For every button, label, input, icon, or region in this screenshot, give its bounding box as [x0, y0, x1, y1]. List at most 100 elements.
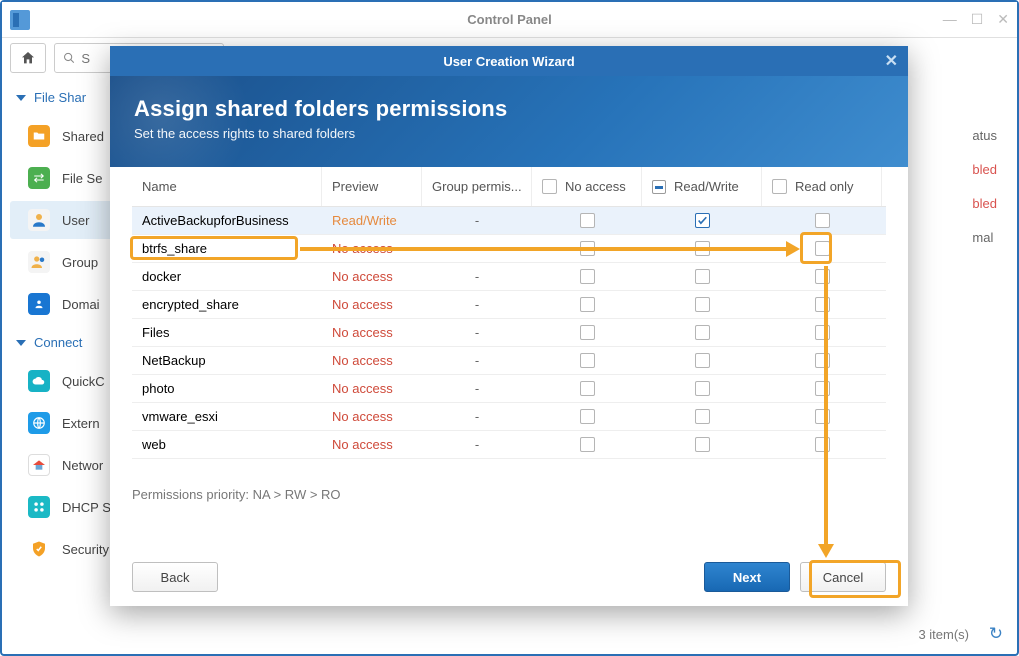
noaccess-header-checkbox[interactable] [542, 179, 557, 194]
checkbox[interactable] [815, 241, 830, 256]
checkbox[interactable] [815, 353, 830, 368]
checkbox[interactable] [695, 269, 710, 284]
sidebar-item-label: Networ [62, 458, 103, 473]
col-noaccess[interactable]: No access [532, 167, 642, 206]
sidebar-item-label: Domai [62, 297, 100, 312]
col-name[interactable]: Name [132, 167, 322, 206]
cell-noaccess [532, 269, 642, 284]
col-readwrite[interactable]: Read/Write [642, 167, 762, 206]
checkbox[interactable] [815, 325, 830, 340]
cell-readonly [762, 213, 882, 228]
cell-preview: No access [322, 325, 422, 340]
minimize-button[interactable]: — [943, 11, 957, 28]
checkbox[interactable] [580, 297, 595, 312]
table-row[interactable]: vmware_esxiNo access- [132, 403, 886, 431]
cell-name: web [132, 437, 322, 452]
cell-name: encrypted_share [132, 297, 322, 312]
home-button[interactable] [10, 43, 46, 73]
checkbox[interactable] [815, 381, 830, 396]
cell-name: btrfs_share [132, 241, 322, 256]
col-readonly[interactable]: Read only [762, 167, 882, 206]
cell-preview: Read/Write [322, 213, 422, 228]
cell-group: - [422, 381, 532, 396]
col-preview[interactable]: Preview [322, 167, 422, 206]
col-group[interactable]: Group permis... [422, 167, 532, 206]
table-row[interactable]: photoNo access- [132, 375, 886, 403]
back-button[interactable]: Back [132, 562, 218, 592]
checkbox[interactable] [815, 409, 830, 424]
network-icon [28, 454, 50, 476]
checkbox[interactable] [695, 381, 710, 396]
cell-noaccess [532, 297, 642, 312]
checkbox[interactable] [815, 437, 830, 452]
readonly-header-checkbox[interactable] [772, 179, 787, 194]
cell-group: - [422, 241, 532, 256]
cell-readonly [762, 241, 882, 256]
checkbox[interactable] [695, 409, 710, 424]
checkbox[interactable] [695, 437, 710, 452]
table-row[interactable]: webNo access- [132, 431, 886, 459]
cloud-icon [28, 370, 50, 392]
cell-readwrite [642, 353, 762, 368]
table-row[interactable]: FilesNo access- [132, 319, 886, 347]
close-button[interactable]: ✕ [997, 11, 1009, 28]
cell-noaccess [532, 213, 642, 228]
checkbox[interactable] [695, 213, 710, 228]
table-row[interactable]: dockerNo access- [132, 263, 886, 291]
home-icon [20, 50, 36, 66]
next-button[interactable]: Next [704, 562, 790, 592]
checkbox[interactable] [815, 297, 830, 312]
checkbox[interactable] [580, 437, 595, 452]
refresh-button[interactable]: ↻ [989, 624, 1003, 644]
checkbox[interactable] [695, 353, 710, 368]
contacts-icon [28, 293, 50, 315]
cell-readwrite [642, 297, 762, 312]
checkbox[interactable] [815, 213, 830, 228]
modal-close-button[interactable]: ✕ [885, 51, 898, 71]
cell-group: - [422, 325, 532, 340]
cell-readonly [762, 381, 882, 396]
checkbox[interactable] [580, 325, 595, 340]
sidebar-item-label: DHCP S [62, 500, 111, 515]
checkbox[interactable] [580, 213, 595, 228]
cell-noaccess [532, 353, 642, 368]
sidebar-section-label: Connect [34, 335, 82, 350]
sidebar-item-label: QuickC [62, 374, 105, 389]
checkbox[interactable] [815, 269, 830, 284]
table-row[interactable]: btrfs_shareNo access- [132, 235, 886, 263]
checkbox[interactable] [580, 381, 595, 396]
globe-icon [28, 412, 50, 434]
table-row[interactable]: NetBackupNo access- [132, 347, 886, 375]
cell-group: - [422, 213, 532, 228]
checkbox[interactable] [580, 409, 595, 424]
table-row[interactable]: encrypted_shareNo access- [132, 291, 886, 319]
cell-name: ActiveBackupforBusiness [132, 213, 322, 228]
checkbox[interactable] [695, 297, 710, 312]
status-value: bled [972, 196, 997, 230]
cell-readwrite [642, 409, 762, 424]
status-column: atus bled bled mal [972, 128, 997, 264]
cell-readonly [762, 437, 882, 452]
user-icon [28, 209, 50, 231]
cell-readonly [762, 325, 882, 340]
checkbox[interactable] [580, 269, 595, 284]
cell-noaccess [532, 325, 642, 340]
readwrite-header-checkbox[interactable] [652, 180, 666, 194]
window-title: Control Panel [467, 12, 552, 27]
checkbox[interactable] [695, 325, 710, 340]
cell-name: Files [132, 325, 322, 340]
cell-preview: No access [322, 437, 422, 452]
cell-preview: No access [322, 381, 422, 396]
arrows-icon: ⇄ [28, 167, 50, 189]
table-row[interactable]: ActiveBackupforBusinessRead/Write- [132, 207, 886, 235]
maximize-button[interactable]: ☐ [971, 11, 984, 28]
cell-name: docker [132, 269, 322, 284]
checkbox[interactable] [695, 241, 710, 256]
checkbox[interactable] [580, 241, 595, 256]
app-icon [10, 10, 30, 30]
group-icon [28, 251, 50, 273]
checkbox[interactable] [580, 353, 595, 368]
cell-readwrite [642, 269, 762, 284]
status-header: atus [972, 128, 997, 162]
cancel-button[interactable]: Cancel [800, 562, 886, 592]
